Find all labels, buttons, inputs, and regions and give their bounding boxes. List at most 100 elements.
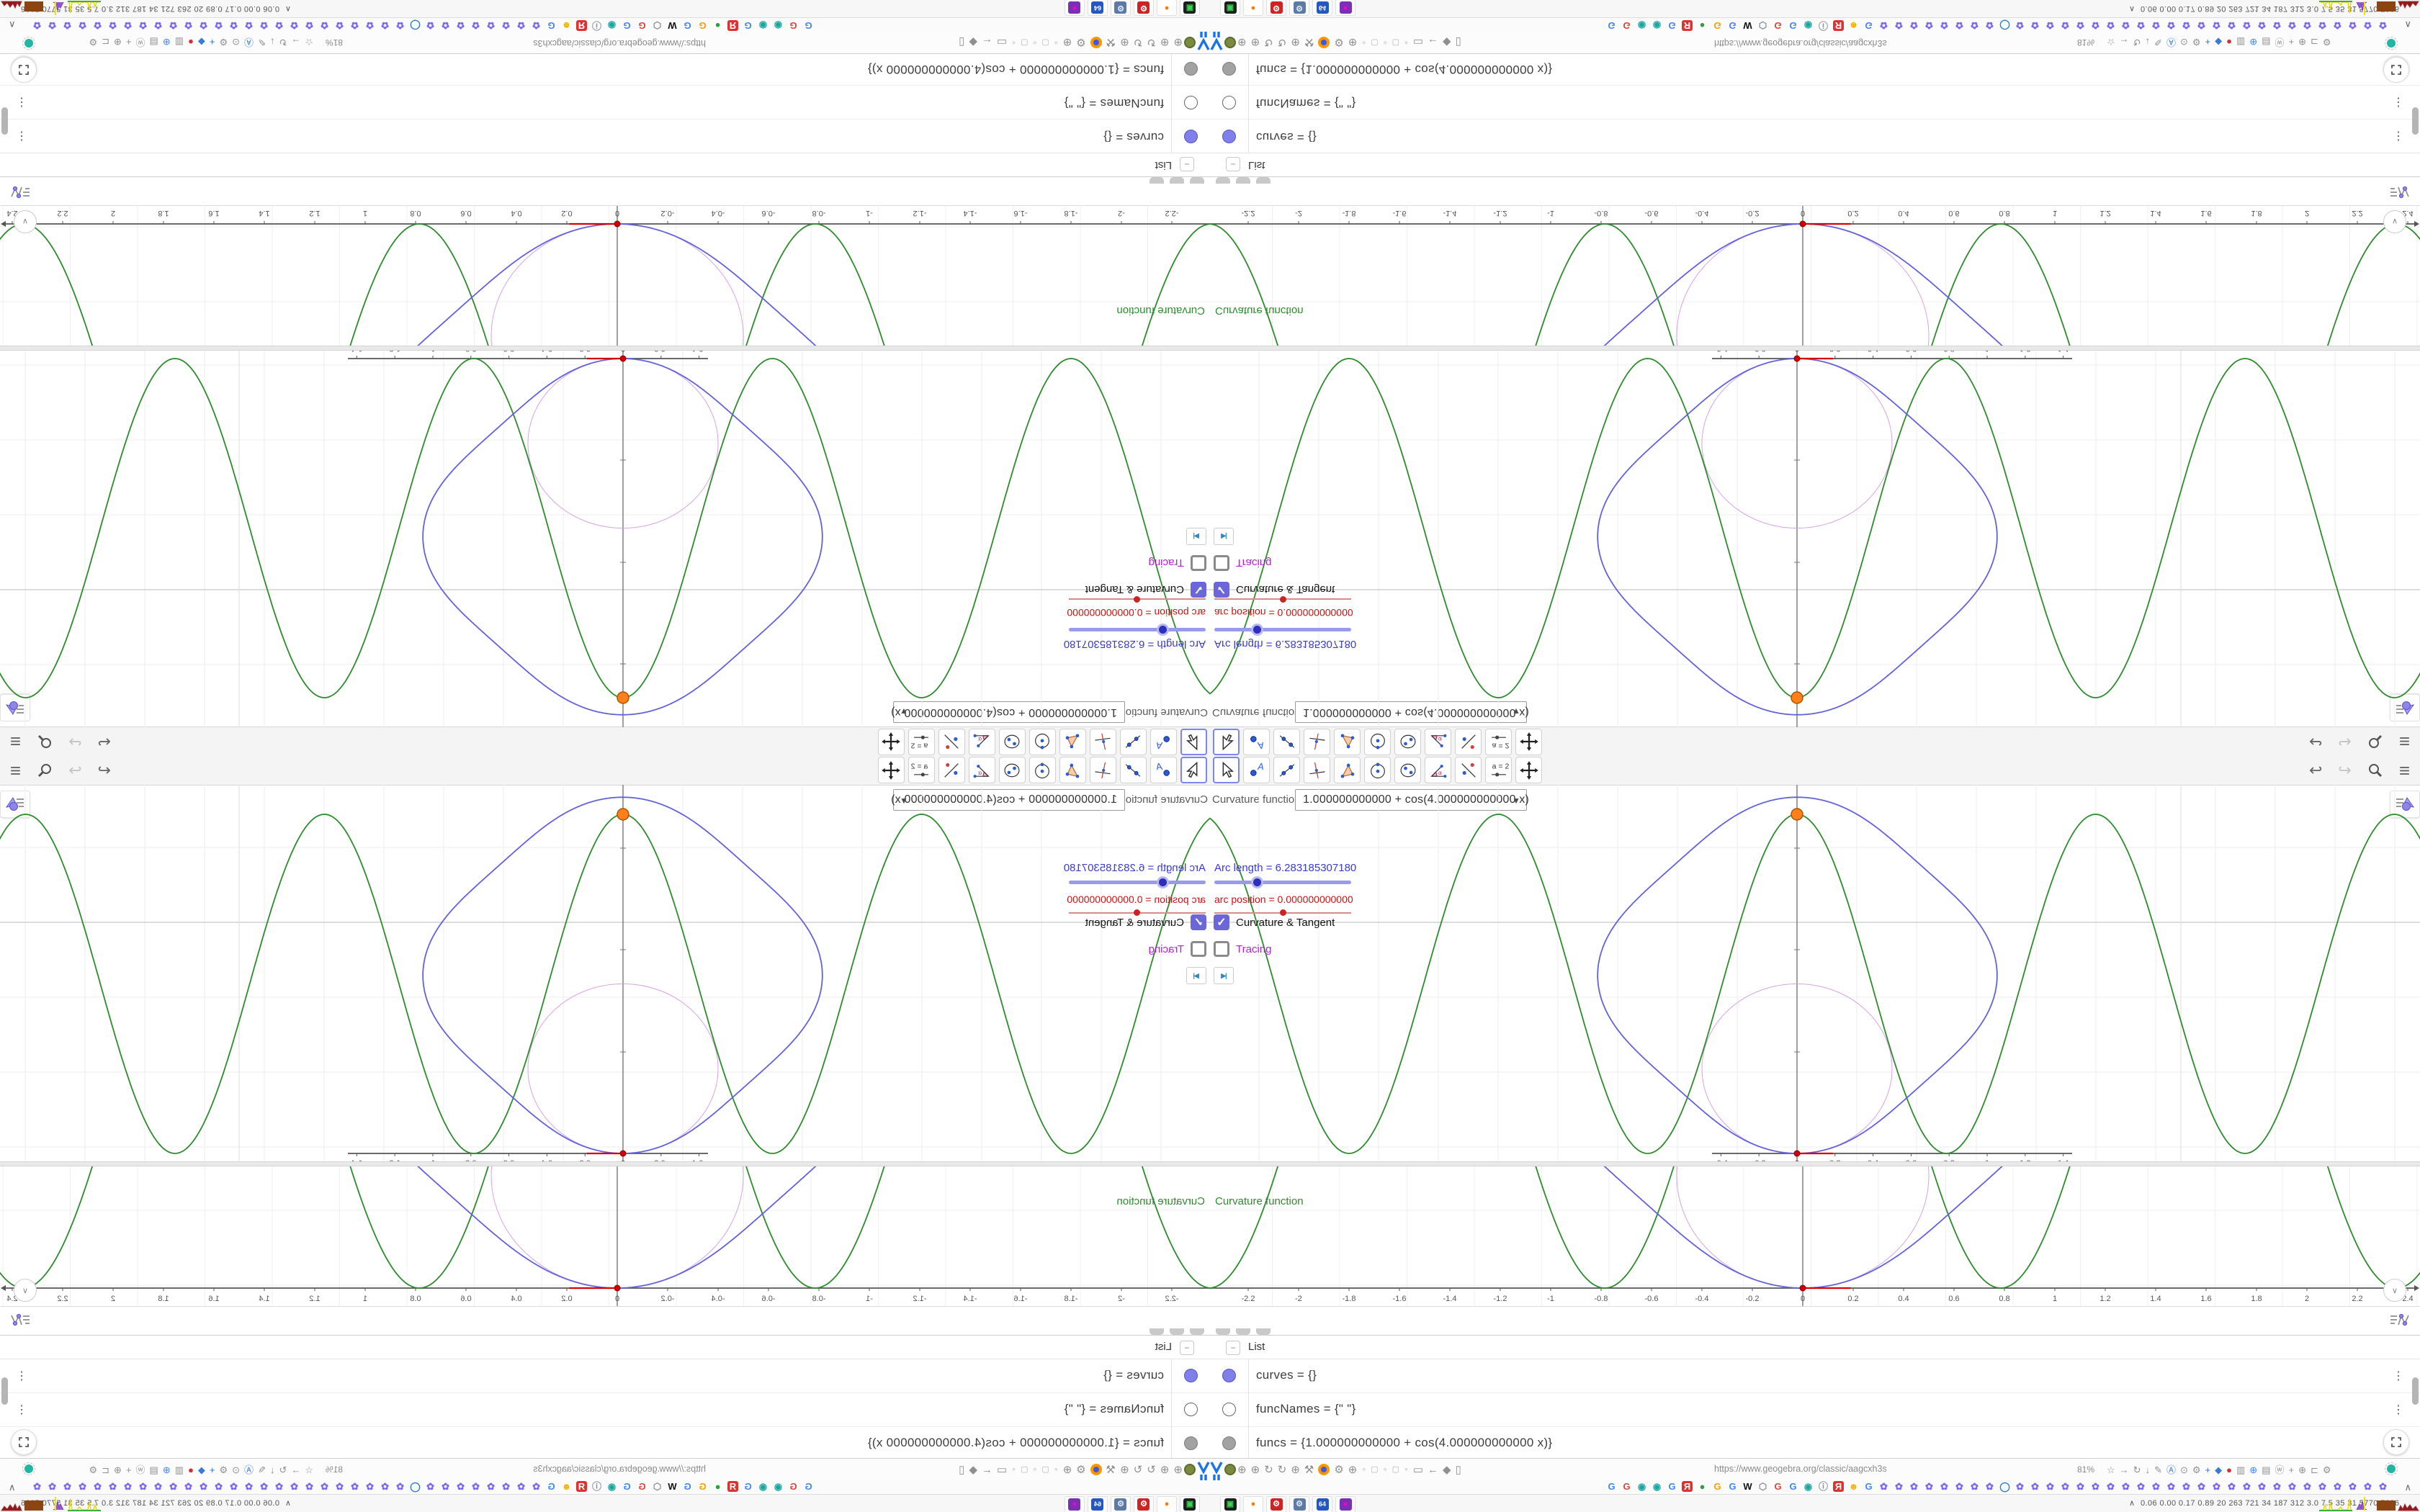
pencil-icon[interactable]: ✎ <box>258 1464 266 1475</box>
globe-icon[interactable]: ⊕ <box>1291 1464 1300 1475</box>
tab-favicon-flower[interactable]: ✿ <box>455 1481 466 1492</box>
tab-favicon-flower[interactable]: ✿ <box>198 1481 209 1492</box>
box-icon[interactable]: ▢ <box>1371 1465 1378 1474</box>
taskbar-app-monitor-blue[interactable]: ⚙ <box>1111 1496 1131 1512</box>
w-circle-icon[interactable]: ⓦ <box>135 1464 145 1475</box>
tab-favicon-flower[interactable]: ✿ <box>122 1481 133 1492</box>
gear-icon[interactable]: ⚙ <box>1076 37 1085 49</box>
tool-button-circle[interactable] <box>1364 729 1391 755</box>
dot-icon[interactable]: ∘ <box>1404 1465 1409 1474</box>
lock-icon[interactable]: ▯ <box>959 37 964 49</box>
shield-blue-icon[interactable]: ◆ <box>2215 37 2222 48</box>
tab-favicon-teal-target[interactable]: ◉ <box>758 20 768 31</box>
tab-favicon-flower[interactable]: ✿ <box>213 20 224 31</box>
collapse-icon[interactable]: − <box>1180 157 1194 171</box>
tab-favicon-flower[interactable]: ✿ <box>32 20 42 31</box>
tab-favicon-flower[interactable]: ✿ <box>349 20 360 31</box>
undo-icon[interactable]: ↩ <box>2309 762 2322 778</box>
doc-icon[interactable]: ▤ <box>150 1464 158 1475</box>
tab-favicon-smile-yellow[interactable]: ☻ <box>561 20 572 31</box>
taskbar-app-monitor-blue[interactable]: ⚙ <box>1289 1496 1309 1512</box>
tool-button-polygon[interactable] <box>1334 729 1361 755</box>
arrow-icon[interactable]: → <box>291 37 300 48</box>
tab-favicon-g-blue[interactable]: G <box>1667 1481 1677 1492</box>
tool-button-slider[interactable]: a = 2 <box>908 757 935 783</box>
tab-favicon-ya-red[interactable]: Я <box>1833 20 1844 31</box>
tool-button-angle[interactable]: α <box>1425 729 1451 755</box>
globe-icon[interactable]: ⊕ <box>2298 1465 2306 1475</box>
curvature-tangent-checkbox[interactable]: ✓ <box>1214 582 1229 598</box>
globe-icon[interactable]: ⊕ <box>1120 37 1129 49</box>
taskbar-app-firefox-orange[interactable]: ● <box>1243 1496 1263 1512</box>
tab-favicon-flower[interactable]: ✿ <box>289 20 300 31</box>
taskbar-app-gear-red[interactable]: ⚙ <box>1266 0 1286 16</box>
kebab-menu-icon[interactable]: ⋮ <box>16 95 27 109</box>
tool-button-reflect[interactable] <box>938 757 965 783</box>
function-panel-toggle-button[interactable] <box>2388 1310 2412 1331</box>
globe-color-icon[interactable]: ⊕ <box>2249 1465 2257 1475</box>
tab-favicon-g-yellow[interactable]: G <box>1712 20 1723 31</box>
visibility-toggle[interactable] <box>1222 1369 1236 1382</box>
tab-favicon-flower[interactable]: ✿ <box>2257 20 2267 31</box>
algebra-row[interactable]: funcs = {1.000000000000 + cos(4.00000000… <box>1210 1427 2420 1460</box>
tab-favicon-flower[interactable]: ✿ <box>319 20 330 31</box>
pin-icon[interactable]: + <box>2289 37 2295 48</box>
tab-favicon-flower[interactable]: ✿ <box>243 20 254 31</box>
taskbar-app-floppy-64[interactable]: 64 <box>1312 0 1332 16</box>
tab-favicon-ya-red[interactable]: Я <box>576 20 587 31</box>
translate-icon[interactable]: Ⓐ <box>2166 1465 2176 1475</box>
tab-favicon-teal-target[interactable]: ◉ <box>1636 20 1647 31</box>
tab-favicon-teal-target[interactable]: ◉ <box>606 20 617 31</box>
algebra-row[interactable]: funcs = {1.000000000000 + cos(4.00000000… <box>0 52 1210 85</box>
translate-icon[interactable]: Ⓐ <box>2166 37 2176 48</box>
tool-button-line[interactable] <box>1120 729 1147 755</box>
tab-favicon-g-blue[interactable]: G <box>1863 1481 1874 1492</box>
reload-icon[interactable]: ↻ <box>279 37 287 48</box>
mouse-icon[interactable]: ⊙ <box>232 1464 240 1475</box>
tab-favicon-flower[interactable]: ✿ <box>425 1481 436 1492</box>
step-animation-button[interactable]: ▶| <box>1186 967 1206 984</box>
tab-favicon-flower[interactable]: ✿ <box>2287 20 2298 31</box>
globe-icon[interactable]: ⊕ <box>1348 37 1358 49</box>
collapse-icon[interactable]: − <box>1226 1341 1240 1355</box>
tab-favicon-flower[interactable]: ✿ <box>183 1481 194 1492</box>
taskbar-app-terminal-green[interactable]: ▣ <box>1220 1496 1240 1512</box>
tab-favicon-g-blue[interactable]: G <box>1667 20 1677 31</box>
tool-button-conic[interactable] <box>999 729 1026 755</box>
arc-length-slider-knob[interactable] <box>1157 876 1170 888</box>
tab-favicon-teal-target[interactable]: ◉ <box>1803 1481 1814 1492</box>
globe-color-icon[interactable]: ⊕ <box>163 37 171 48</box>
download-icon[interactable]: ↓ <box>270 37 275 48</box>
tab-favicon-flower[interactable]: ✿ <box>395 1481 405 1492</box>
tab-favicon-flower[interactable]: ✿ <box>380 20 390 31</box>
tab-favicon-flower[interactable]: ✿ <box>1984 1481 1995 1492</box>
menu-icon[interactable]: ≡ <box>2399 731 2410 752</box>
gear-icon[interactable]: ⚙ <box>1334 1464 1343 1475</box>
pin-icon[interactable]: + <box>126 37 132 48</box>
tab-favicon-flower[interactable]: ✿ <box>2272 1481 2282 1492</box>
tab-favicon-flower[interactable]: ✿ <box>304 20 315 31</box>
arc-length-slider[interactable] <box>1214 624 1351 636</box>
bars-icon[interactable]: ▥ <box>175 1464 184 1475</box>
globe-icon[interactable]: ⊕ <box>2298 37 2306 48</box>
tab-favicon-g-blue[interactable]: G <box>803 20 814 31</box>
tool-button-circle[interactable] <box>1029 729 1056 755</box>
pencil-icon[interactable]: ✎ <box>2154 37 2162 48</box>
tab-favicon-flower[interactable]: ✿ <box>470 20 481 31</box>
tool-button-point[interactable]: A <box>1243 729 1270 755</box>
tool-button-circle[interactable] <box>1364 757 1391 783</box>
globe-color-icon[interactable]: ⊕ <box>2249 37 2257 48</box>
door-icon[interactable]: ⊏ <box>102 37 109 48</box>
visibility-toggle[interactable] <box>1222 1403 1236 1416</box>
tab-favicon-hex-gray[interactable]: ⬡ <box>1757 20 1768 31</box>
tab-favicon-w-black[interactable]: W <box>667 20 678 31</box>
search-icon[interactable] <box>37 762 53 778</box>
taskbar-app-firefox-orange[interactable]: ● <box>1243 0 1263 16</box>
globe-icon[interactable]: ⊕ <box>114 37 122 48</box>
folder-icon[interactable]: ▭ <box>1413 1464 1423 1475</box>
tab-favicon-g-blue[interactable]: G <box>622 1481 632 1492</box>
algebra-row[interactable]: funcNames = {" "} ⋮ <box>0 1393 1210 1427</box>
tab-favicon-flower[interactable]: ✿ <box>47 1481 58 1492</box>
globe-icon[interactable]: ⊕ <box>1348 1464 1358 1475</box>
tab-favicon-g-blue[interactable]: G <box>1863 20 1874 31</box>
